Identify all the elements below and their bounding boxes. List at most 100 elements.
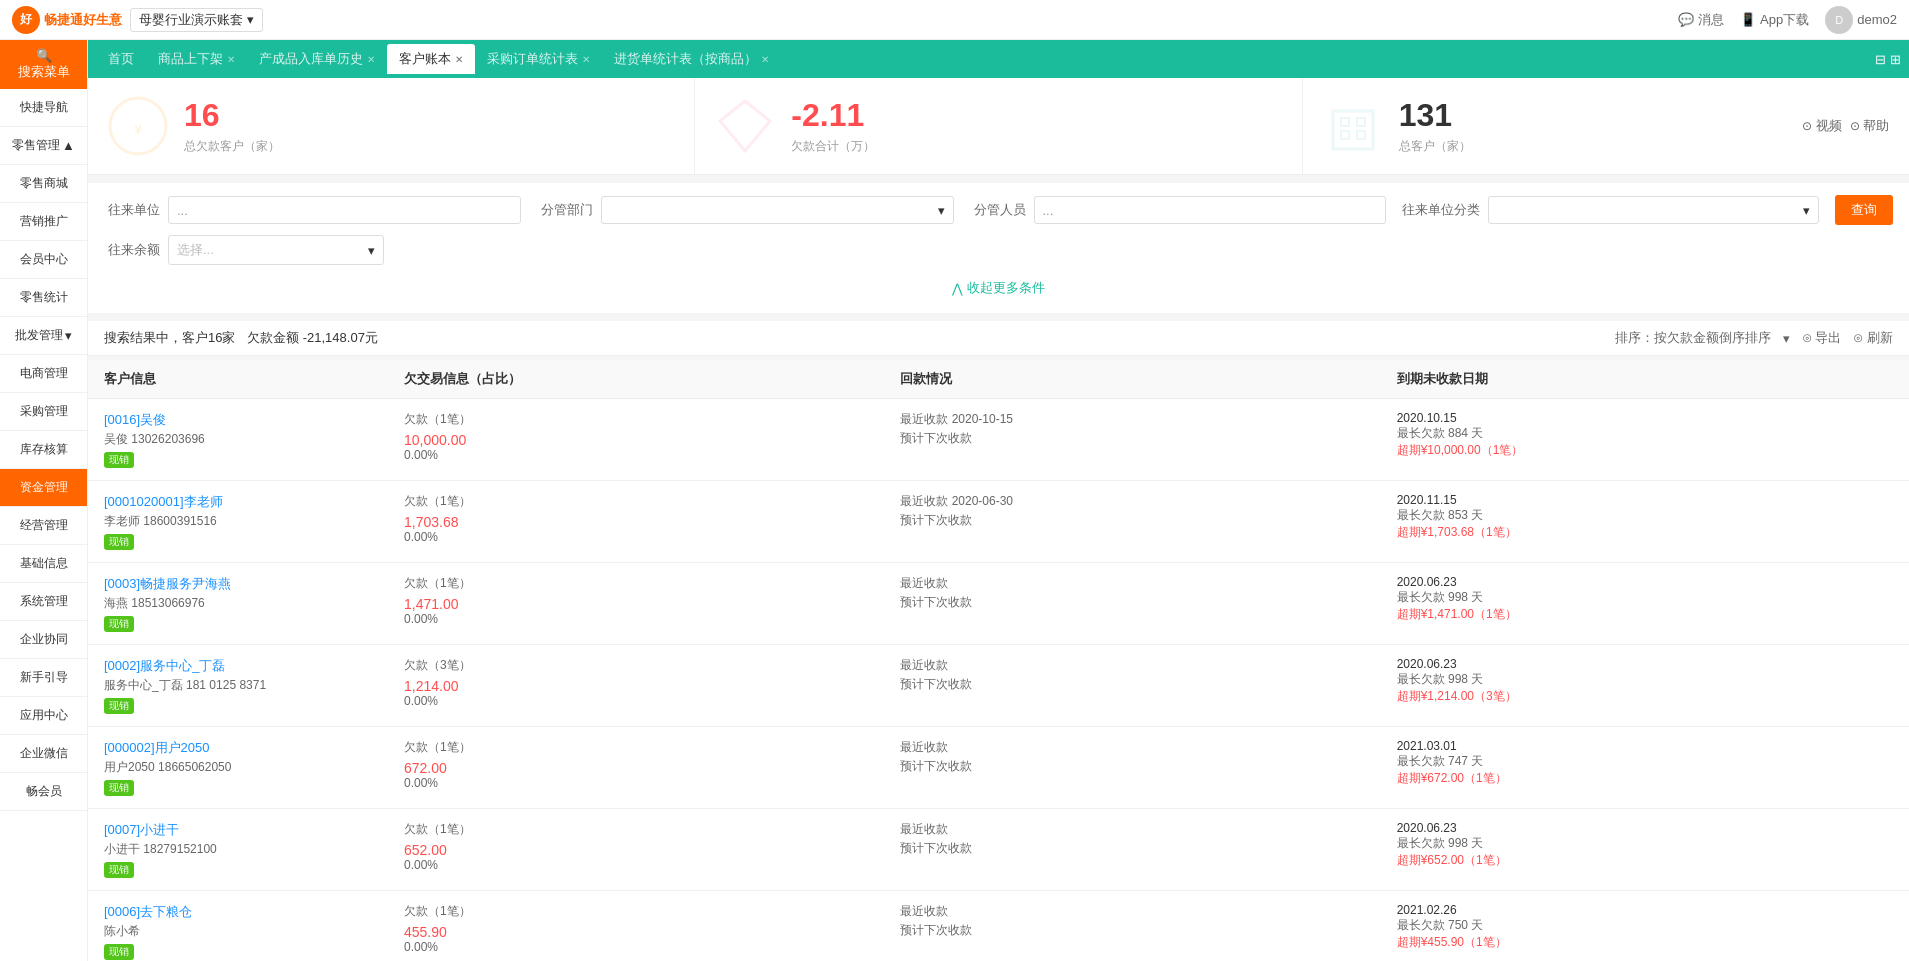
debt-cell-1: 欠款（1笔） 1,703.68 0.00%	[404, 493, 900, 544]
tab-product-status-label: 商品上下架	[158, 50, 223, 68]
due-cell-0: 2020.10.15 最长欠款 884 天 超期¥10,000.00（1笔）	[1397, 411, 1893, 459]
sidebar-item-biz-mgmt[interactable]: 经营管理	[0, 507, 87, 545]
filter-dept-select[interactable]: ▾	[601, 196, 954, 224]
overdue-amount-0[interactable]: 超期¥10,000.00（1笔）	[1397, 442, 1893, 459]
tab-purchase-stats-close[interactable]: ✕	[582, 54, 590, 65]
next-payment-2: 预计下次收款	[900, 594, 1396, 611]
tab-expand-icon[interactable]: ⊞	[1890, 52, 1901, 67]
filter-person-dots: ...	[1043, 203, 1054, 218]
overdue-days-2: 最长欠款 998 天	[1397, 589, 1893, 606]
sidebar-item-vip[interactable]: 畅会员	[0, 773, 87, 811]
sidebar-item-basic-info[interactable]: 基础信息	[0, 545, 87, 583]
overdue-amount-5[interactable]: 超期¥652.00（1笔）	[1397, 852, 1893, 869]
tab-home[interactable]: 首页	[96, 44, 146, 74]
tabbar: 首页 商品上下架 ✕ 产成品入库单历史 ✕ 客户账本 ✕ 采购订单统计表 ✕ 进…	[88, 40, 1909, 78]
overdue-amount-6[interactable]: 超期¥455.90（1笔）	[1397, 934, 1893, 951]
customer-name-2[interactable]: [0003]畅捷服务尹海燕	[104, 575, 404, 593]
table-row: [0002]服务中心_丁磊 服务中心_丁磊 181 0125 8371 现销 欠…	[88, 645, 1909, 727]
message-btn[interactable]: 💬 消息	[1678, 11, 1724, 29]
debt-percent-1: 0.00%	[404, 530, 900, 544]
recovery-cell-0: 最近收款 2020-10-15 预计下次收款	[900, 411, 1396, 447]
recovery-cell-4: 最近收款 预计下次收款	[900, 739, 1396, 775]
overdue-amount-4[interactable]: 超期¥672.00（1笔）	[1397, 770, 1893, 787]
search-button[interactable]: 查询	[1835, 195, 1893, 225]
tab-customer-ledger-close[interactable]: ✕	[455, 54, 463, 65]
filter-person-input[interactable]: ...	[1034, 196, 1387, 224]
customer-cell-3: [0002]服务中心_丁磊 服务中心_丁磊 181 0125 8371 现销	[104, 657, 404, 714]
debt-amount-3: 1,214.00	[404, 678, 900, 694]
overdue-amount-3[interactable]: 超期¥1,214.00（3笔）	[1397, 688, 1893, 705]
due-date-3: 2020.06.23	[1397, 657, 1893, 671]
user-menu[interactable]: D demo2	[1825, 6, 1897, 34]
sidebar-item-enterprise[interactable]: 企业协同	[0, 621, 87, 659]
tab-collapse-icon[interactable]: ⊟	[1875, 52, 1886, 67]
customer-name-4[interactable]: [000002]用户2050	[104, 739, 404, 757]
refresh-btn[interactable]: ⊙ 刷新	[1853, 329, 1893, 347]
tab-goods-stats[interactable]: 进货单统计表（按商品） ✕	[602, 44, 781, 74]
customer-tag-5: 现销	[104, 862, 134, 878]
sort-label: 排序：按欠款金额倒序排序	[1615, 329, 1771, 347]
tab-product-status-close[interactable]: ✕	[227, 54, 235, 65]
filter-category-select[interactable]: ▾	[1488, 196, 1819, 224]
debt-count-1: 欠款（1笔）	[404, 493, 900, 510]
overdue-amount-2[interactable]: 超期¥1,471.00（1笔）	[1397, 606, 1893, 623]
due-date-0: 2020.10.15	[1397, 411, 1893, 425]
customer-phone-4: 用户2050 18665062050	[104, 759, 404, 776]
overdue-amount-1[interactable]: 超期¥1,703.68（1笔）	[1397, 524, 1893, 541]
filter-unit-input[interactable]: ...	[168, 196, 521, 224]
tab-finished-goods-label: 产成品入库单历史	[259, 50, 363, 68]
sidebar-item-retail-mall[interactable]: 零售商城	[0, 165, 87, 203]
sidebar-item-retail-mgmt[interactable]: 零售管理 ▲	[0, 127, 87, 165]
sidebar-item-finance[interactable]: 资金管理	[0, 469, 87, 507]
filter-dept: 分管部门 ▾	[537, 196, 954, 224]
filter-unit-dots: ...	[177, 203, 188, 218]
customer-name-1[interactable]: [0001020001]李老师	[104, 493, 404, 511]
overdue-days-5: 最长欠款 998 天	[1397, 835, 1893, 852]
customer-name-5[interactable]: [0007]小进干	[104, 821, 404, 839]
sidebar-search[interactable]: 🔍 搜索菜单	[0, 40, 87, 89]
sidebar-item-purchase[interactable]: 采购管理	[0, 393, 87, 431]
tab-product-status[interactable]: 商品上下架 ✕	[146, 44, 247, 74]
sidebar-item-app-center[interactable]: 应用中心	[0, 697, 87, 735]
export-btn[interactable]: ⊙ 导出	[1802, 329, 1842, 347]
sidebar-item-enterprise-wx[interactable]: 企业微信	[0, 735, 87, 773]
sidebar-item-system[interactable]: 系统管理	[0, 583, 87, 621]
tab-goods-stats-label: 进货单统计表（按商品）	[614, 50, 757, 68]
overdue-days-6: 最长欠款 750 天	[1397, 917, 1893, 934]
sidebar-item-member[interactable]: 会员中心	[0, 241, 87, 279]
filter-balance-select[interactable]: 选择... ▾	[168, 235, 384, 265]
customer-phone-5: 小进干 18279152100	[104, 841, 404, 858]
store-selector[interactable]: 母婴行业演示账套 ▾	[130, 8, 263, 32]
customer-name-6[interactable]: [0006]去下粮仓	[104, 903, 404, 921]
sidebar-item-quick-nav[interactable]: 快捷导航	[0, 89, 87, 127]
message-label: 消息	[1698, 11, 1724, 29]
sidebar-item-marketing[interactable]: 营销推广	[0, 203, 87, 241]
collapse-btn[interactable]: ⋀ 收起更多条件	[104, 275, 1893, 301]
sidebar-item-inventory[interactable]: 库存核算	[0, 431, 87, 469]
tab-finished-goods-close[interactable]: ✕	[367, 54, 375, 65]
tab-finished-goods[interactable]: 产成品入库单历史 ✕	[247, 44, 387, 74]
tab-customer-ledger[interactable]: 客户账本 ✕	[387, 44, 475, 74]
message-icon: 💬	[1678, 12, 1694, 27]
sidebar-item-ecommerce[interactable]: 电商管理	[0, 355, 87, 393]
sidebar-item-new-guide[interactable]: 新手引导	[0, 659, 87, 697]
tab-goods-stats-close[interactable]: ✕	[761, 54, 769, 65]
filter-category-label: 往来单位分类	[1402, 201, 1480, 219]
svg-rect-3	[1333, 111, 1373, 149]
help-btn[interactable]: ⊙ 帮助	[1850, 117, 1889, 135]
customer-name-3[interactable]: [0002]服务中心_丁磊	[104, 657, 404, 675]
customer-phone-2: 海燕 18513066976	[104, 595, 404, 612]
collapse-icon: ⋀	[952, 281, 963, 296]
search-icon: 🔍	[36, 48, 52, 63]
customer-name-0[interactable]: [0016]吴俊	[104, 411, 404, 429]
filter-person-label: 分管人员	[970, 201, 1026, 219]
avatar: D	[1825, 6, 1853, 34]
filter-balance-placeholder: 选择...	[177, 241, 214, 259]
sidebar-item-retail-stats[interactable]: 零售统计	[0, 279, 87, 317]
view-video-btn[interactable]: ⊙ 视频	[1802, 117, 1841, 135]
sidebar-item-batch-mgmt[interactable]: 批发管理 ▾	[0, 317, 87, 355]
app-download-btn[interactable]: 📱 App下载	[1740, 11, 1809, 29]
tab-purchase-stats[interactable]: 采购订单统计表 ✕	[475, 44, 602, 74]
page-content: ¥ 16 总欠款客户（家） -2.11	[88, 78, 1909, 961]
stat-card-debt-total: -2.11 欠款合计（万）	[695, 78, 1302, 174]
